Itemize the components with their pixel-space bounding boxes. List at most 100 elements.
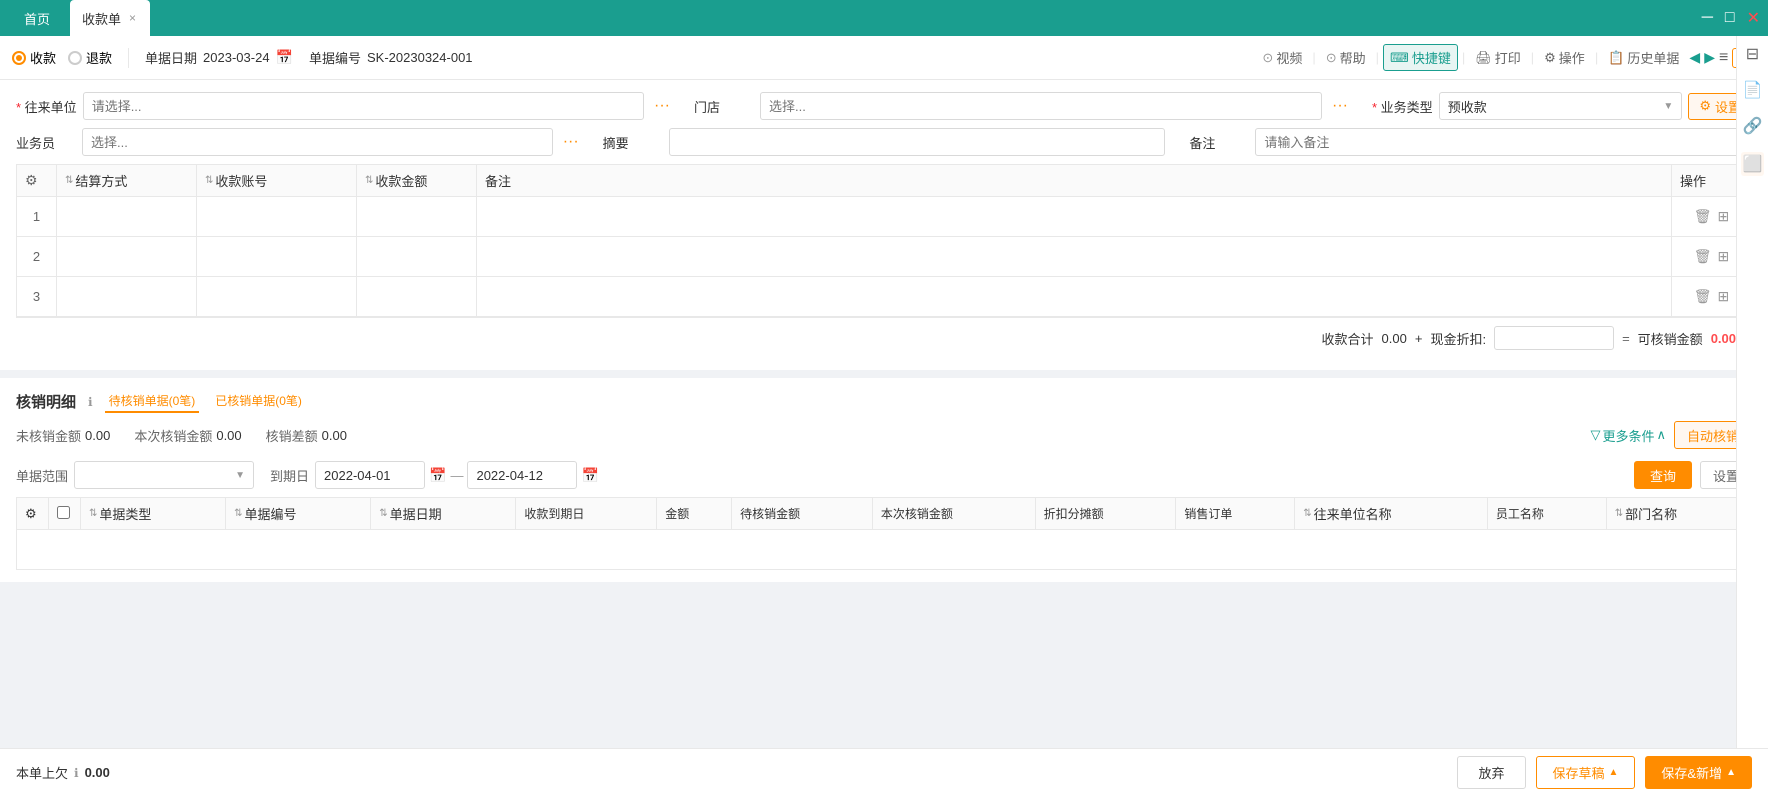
abandon-btn[interactable]: 放弃 [1457, 756, 1525, 789]
receipt-table: ⚙ ⇅ 结算方式 ⇅ 收款账号 [16, 164, 1752, 317]
footer-left: 本单上欠 ℹ 0.00 [16, 763, 110, 782]
select-all-checkbox[interactable] [57, 506, 70, 519]
minimize-button[interactable]: ─ [1702, 9, 1713, 27]
verif-info-icon[interactable]: ℹ [88, 395, 93, 409]
staff-field: 业务员 ··· [16, 128, 579, 156]
bth-no: ⇅ 单据编号 [226, 498, 371, 530]
tab-home[interactable]: 首页 [8, 0, 66, 36]
available-label: 可核销金额 [1638, 329, 1703, 348]
bottom-table-settings-icon[interactable]: ⚙ [25, 506, 37, 521]
sidebar-link-icon[interactable]: 🔗 [1743, 116, 1763, 136]
arrow-right-btn[interactable]: ▶ [1704, 49, 1715, 66]
sort-icon-amount: ⇅ [365, 176, 373, 186]
bottom-table-empty-row [17, 530, 1752, 570]
bth-pending: 待核销金额 [732, 498, 873, 530]
verif-actions: ▽ 更多条件 ∧ 自动核销 [1590, 421, 1752, 449]
remark-input[interactable] [1255, 128, 1752, 156]
row-3-account[interactable] [197, 277, 357, 317]
cal-to-icon[interactable]: 📅 [581, 467, 598, 484]
row-1-delete-icon[interactable]: 🗑 [1694, 208, 1712, 225]
row-1-settle[interactable] [57, 197, 197, 237]
biz-type-select[interactable]: 预收款 ▼ [1439, 92, 1683, 120]
btn-help[interactable]: ⊙ 帮助 [1320, 45, 1372, 70]
sidebar-scan-icon[interactable]: ⬜ [1741, 152, 1765, 176]
verif-tab-done[interactable]: 已核销单据(0笔) [211, 390, 306, 413]
store-more-btn[interactable]: ··· [1332, 97, 1348, 115]
unit-more-btn[interactable]: ··· [654, 97, 670, 115]
row-1-copy-icon[interactable]: ⊞ [1718, 208, 1730, 225]
date-from-input[interactable] [315, 461, 425, 489]
bth-unit: ⇅ 往来单位名称 [1295, 498, 1488, 530]
form-row-1: 往来单位 ··· 门店 ··· 业务类型 预收款 ▼ ⚙ 设置 [16, 92, 1752, 120]
row-3-remark[interactable] [477, 277, 1672, 317]
verif-tab-pending[interactable]: 待核销单据(0笔) [105, 390, 200, 413]
tab-active[interactable]: 收款单 × [70, 0, 150, 36]
date-to-input[interactable] [467, 461, 577, 489]
row-1-amount[interactable] [357, 197, 477, 237]
total-value: 0.00 [1382, 331, 1407, 346]
bth-due: 收款到期日 [516, 498, 657, 530]
close-button[interactable]: ✕ [1747, 8, 1760, 28]
form-section: 往来单位 ··· 门店 ··· 业务类型 预收款 ▼ ⚙ 设置 [0, 80, 1768, 370]
verif-header: 核销明细 ℹ 待核销单据(0笔) 已核销单据(0笔) [16, 390, 1752, 413]
due-date-filter: 到期日 📅 — 📅 [270, 461, 599, 489]
sort-icon-account: ⇅ [205, 176, 213, 186]
summary-row: 收款合计 0.00 + 现金折扣: = 可核销金额 0.00 [16, 317, 1752, 358]
query-btn[interactable]: 查询 [1634, 461, 1692, 489]
unit-field: 往来单位 ··· [16, 92, 670, 120]
btn-print[interactable]: 🖨 打印 [1469, 45, 1527, 70]
more-conditions-btn[interactable]: ▽ 更多条件 ∧ [1590, 426, 1666, 445]
page-footer: 本单上欠 ℹ 0.00 放弃 保存草稿 ▲ 保存&新增 ▲ [0, 748, 1768, 796]
sidebar-table-icon[interactable]: ⊟ [1746, 44, 1759, 64]
row-2-remark[interactable] [477, 237, 1672, 277]
bth-dept: ⇅ 部门名称 [1606, 498, 1751, 530]
row-2-amount[interactable] [357, 237, 477, 277]
summary-input[interactable] [669, 128, 1166, 156]
save-new-btn[interactable]: 保存&新增 ▲ [1645, 756, 1752, 789]
tab-close-icon[interactable]: × [127, 9, 138, 27]
row-1-remark[interactable] [477, 197, 1672, 237]
window-controls: ─ □ ✕ [1702, 8, 1760, 28]
row-2-account[interactable] [197, 237, 357, 277]
verif-title: 核销明细 [16, 391, 76, 412]
staff-more-btn[interactable]: ··· [563, 133, 579, 151]
unit-input[interactable] [83, 92, 644, 120]
row-3-copy-icon[interactable]: ⊞ [1718, 288, 1730, 305]
radio-dot-receipt [12, 51, 26, 65]
btn-operate[interactable]: ⚙ 操作 [1538, 45, 1591, 70]
row-1-account[interactable] [197, 197, 357, 237]
discount-input[interactable] [1494, 326, 1614, 350]
main-content: 往来单位 ··· 门店 ··· 业务类型 预收款 ▼ ⚙ 设置 [0, 80, 1768, 796]
date-picker-icon[interactable]: 📅 [276, 49, 293, 66]
row-2-delete-icon[interactable]: 🗑 [1694, 248, 1712, 265]
remark-label: 备注 [1189, 133, 1249, 152]
layout-icon[interactable]: ≡ [1719, 49, 1728, 67]
range-select[interactable]: ▼ [74, 461, 254, 489]
row-2-settle[interactable] [57, 237, 197, 277]
btn-history[interactable]: 📋 历史单据 [1602, 45, 1685, 70]
radio-refund[interactable]: 退款 [68, 48, 112, 67]
range-chevron: ▼ [235, 470, 245, 481]
store-input[interactable] [760, 92, 1322, 120]
btn-video[interactable]: ⊙ 视频 [1256, 45, 1308, 70]
row-2-copy-icon[interactable]: ⊞ [1718, 248, 1730, 265]
biz-type-field: 业务类型 预收款 ▼ ⚙ 设置 [1372, 92, 1752, 120]
save-draft-btn[interactable]: 保存草稿 ▲ [1536, 756, 1636, 789]
sidebar-doc-icon[interactable]: 📄 [1743, 80, 1763, 100]
footer-info-icon[interactable]: ℹ [74, 766, 79, 780]
table-settings-icon[interactable]: ⚙ [25, 172, 38, 188]
date-field: 单据日期 2023-03-24 📅 [145, 48, 293, 67]
row-3-delete-icon[interactable]: 🗑 [1694, 288, 1712, 305]
summary-field: 摘要 [603, 128, 1166, 156]
staff-input[interactable] [82, 128, 553, 156]
arrow-left-btn[interactable]: ◀ [1689, 49, 1700, 66]
btn-shortcut[interactable]: ⌨ 快捷键 [1383, 44, 1458, 71]
radio-receipt[interactable]: 收款 [12, 48, 56, 67]
row-3-settle[interactable] [57, 277, 197, 317]
row-3-amount[interactable] [357, 277, 477, 317]
range-filter: 单据范围 ▼ [16, 461, 254, 489]
cal-from-icon[interactable]: 📅 [429, 467, 446, 484]
maximize-button[interactable]: □ [1725, 9, 1735, 27]
th-account: ⇅ 收款账号 [197, 165, 357, 197]
plus-sign: + [1415, 331, 1423, 346]
